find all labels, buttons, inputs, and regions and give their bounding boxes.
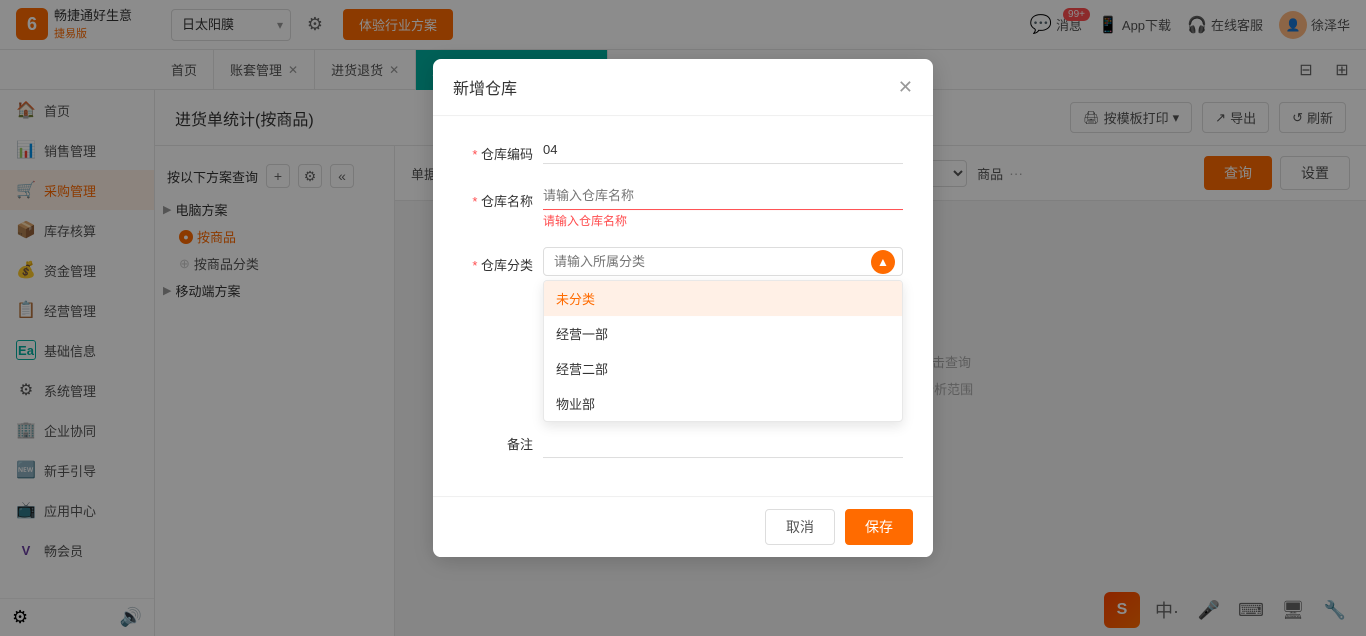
new-warehouse-modal: 新增仓库 ✕ 仓库编码 仓库名称 请输入仓库名称 仓库分类 ▲ 未分类 [433, 59, 933, 557]
save-button[interactable]: 保存 [845, 509, 913, 545]
cancel-button[interactable]: 取消 [765, 509, 835, 545]
form-row-note: 备注 [463, 426, 903, 458]
category-select-wrap: ▲ 未分类 经营一部 经营二部 物业部 [543, 247, 903, 276]
category-input[interactable] [543, 247, 903, 276]
name-error-msg: 请输入仓库名称 [543, 212, 627, 229]
category-dropdown: 未分类 经营一部 经营二部 物业部 [543, 280, 903, 422]
dropdown-item-property[interactable]: 物业部 [544, 386, 902, 421]
code-input[interactable] [543, 136, 903, 164]
form-row-name: 仓库名称 请输入仓库名称 [463, 182, 903, 229]
name-label: 仓库名称 [463, 183, 543, 210]
name-input[interactable] [543, 182, 903, 210]
modal-title: 新增仓库 [453, 75, 517, 99]
note-input[interactable] [543, 426, 903, 458]
dropdown-item-dept1[interactable]: 经营一部 [544, 316, 902, 351]
modal-body: 仓库编码 仓库名称 请输入仓库名称 仓库分类 ▲ 未分类 经营一部 经营二部 [433, 116, 933, 496]
note-label: 备注 [463, 426, 543, 453]
dropdown-item-unclassified[interactable]: 未分类 [544, 281, 902, 316]
modal-header: 新增仓库 ✕ [433, 59, 933, 116]
dropdown-item-dept2[interactable]: 经营二部 [544, 351, 902, 386]
form-row-code: 仓库编码 [463, 136, 903, 164]
modal-footer: 取消 保存 [433, 496, 933, 557]
form-row-category: 仓库分类 ▲ 未分类 经营一部 经营二部 物业部 [463, 247, 903, 276]
code-label: 仓库编码 [463, 136, 543, 163]
modal-close-button[interactable]: ✕ [898, 77, 913, 98]
category-label: 仓库分类 [463, 247, 543, 274]
category-toggle-button[interactable]: ▲ [871, 250, 895, 274]
